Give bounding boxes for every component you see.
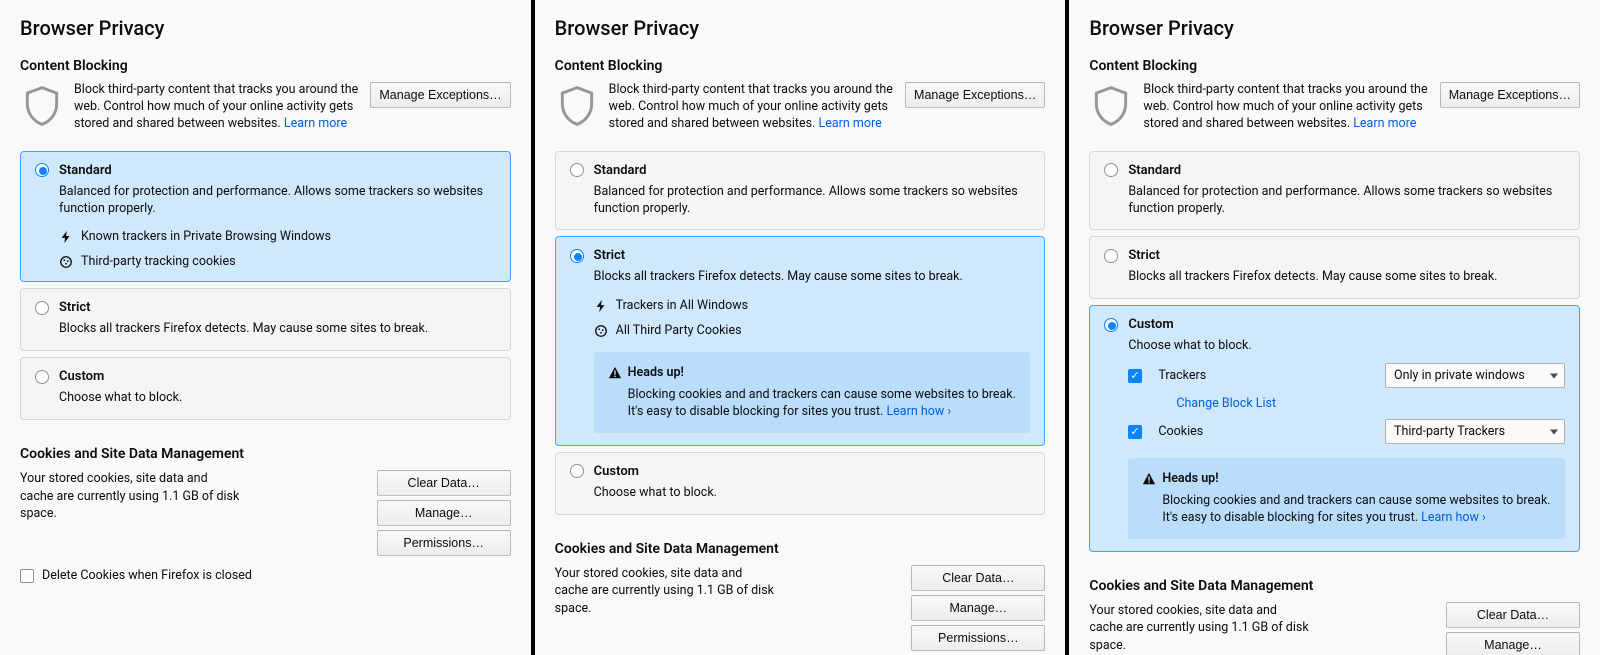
manage-button[interactable]: Manage… <box>377 500 511 526</box>
cookies-label: Cookies <box>1158 424 1203 439</box>
feature-cookies: Third-party tracking cookies <box>59 254 496 269</box>
radio-standard[interactable] <box>35 163 49 177</box>
content-blocking-intro: Block third-party content that tracks yo… <box>609 82 895 133</box>
cookies-heading: Cookies and Site Data Management <box>1089 578 1580 594</box>
permissions-button[interactable]: Permissions… <box>911 625 1045 651</box>
feature-trackers: Trackers in All Windows <box>594 298 1031 313</box>
delete-cookies-checkbox[interactable] <box>20 569 34 583</box>
cookies-body: Your stored cookies, site data and cache… <box>20 470 240 523</box>
option-custom[interactable]: Custom Choose what to block. <box>555 452 1046 515</box>
page-title: Browser Privacy <box>20 16 511 40</box>
clear-data-button[interactable]: Clear Data… <box>377 470 511 496</box>
manage-button[interactable]: Manage… <box>911 595 1045 621</box>
learn-more-link[interactable]: Learn more <box>284 116 347 131</box>
option-standard[interactable]: Standard Balanced for protection and per… <box>555 151 1046 231</box>
clear-data-button[interactable]: Clear Data… <box>1446 602 1580 628</box>
radio-standard[interactable] <box>1104 163 1118 177</box>
cookie-icon <box>59 255 73 269</box>
option-strict[interactable]: Strict Blocks all trackers Firefox detec… <box>20 288 511 351</box>
radio-strict[interactable] <box>1104 249 1118 263</box>
cookies-checkbox[interactable] <box>1128 425 1142 439</box>
shield-icon <box>1089 82 1133 126</box>
learn-how-link[interactable]: Learn how <box>1421 510 1486 525</box>
content-blocking-intro: Block third-party content that tracks yo… <box>74 82 360 133</box>
headsup-box: Heads up! Blocking cookies and and track… <box>594 352 1031 433</box>
warning-icon <box>608 366 622 380</box>
headsup-box: Heads up! Blocking cookies and and track… <box>1128 458 1565 539</box>
option-strict[interactable]: Strict Blocks all trackers Firefox detec… <box>1089 236 1580 299</box>
page-title: Browser Privacy <box>1089 16 1580 40</box>
privacy-panel-standard: Browser Privacy Content Blocking Block t… <box>0 0 531 655</box>
feature-cookies: All Third Party Cookies <box>594 323 1031 338</box>
cookies-heading: Cookies and Site Data Management <box>20 446 511 462</box>
content-blocking-heading: Content Blocking <box>20 58 511 74</box>
shield-icon <box>20 82 64 126</box>
radio-custom[interactable] <box>35 370 49 384</box>
radio-strict[interactable] <box>35 301 49 315</box>
trackers-checkbox[interactable] <box>1128 369 1142 383</box>
radio-custom[interactable] <box>570 464 584 478</box>
content-blocking-heading: Content Blocking <box>555 58 1046 74</box>
option-custom[interactable]: Custom Choose what to block. Trackers On… <box>1089 305 1580 551</box>
bolt-icon <box>594 299 608 313</box>
cookies-dropdown[interactable]: Third-party Trackers <box>1385 419 1565 444</box>
change-block-list-link[interactable]: Change Block List <box>1176 396 1565 411</box>
cookies-body: Your stored cookies, site data and cache… <box>555 565 775 618</box>
shield-icon <box>555 82 599 126</box>
content-blocking-heading: Content Blocking <box>1089 58 1580 74</box>
option-strict[interactable]: Strict Blocks all trackers Firefox detec… <box>555 236 1046 445</box>
privacy-panel-custom: Browser Privacy Content Blocking Block t… <box>1069 0 1600 655</box>
bolt-icon <box>59 230 73 244</box>
warning-icon <box>1142 472 1156 486</box>
option-custom[interactable]: Custom Choose what to block. <box>20 357 511 420</box>
trackers-label: Trackers <box>1158 368 1206 383</box>
radio-standard[interactable] <box>570 163 584 177</box>
cookie-icon <box>594 324 608 338</box>
cookies-heading: Cookies and Site Data Management <box>555 541 1046 557</box>
option-standard[interactable]: Standard Balanced for protection and per… <box>1089 151 1580 231</box>
manage-button[interactable]: Manage… <box>1446 632 1580 655</box>
learn-how-link[interactable]: Learn how <box>886 404 951 419</box>
feature-trackers: Known trackers in Private Browsing Windo… <box>59 229 496 244</box>
cookies-body: Your stored cookies, site data and cache… <box>1089 602 1309 655</box>
manage-exceptions-button[interactable]: Manage Exceptions… <box>370 82 510 108</box>
permissions-button[interactable]: Permissions… <box>377 530 511 556</box>
option-standard[interactable]: Standard Balanced for protection and per… <box>20 151 511 283</box>
content-blocking-intro: Block third-party content that tracks yo… <box>1143 82 1429 133</box>
manage-exceptions-button[interactable]: Manage Exceptions… <box>1440 82 1580 108</box>
manage-exceptions-button[interactable]: Manage Exceptions… <box>905 82 1045 108</box>
page-title: Browser Privacy <box>555 16 1046 40</box>
clear-data-button[interactable]: Clear Data… <box>911 565 1045 591</box>
radio-custom[interactable] <box>1104 318 1118 332</box>
learn-more-link[interactable]: Learn more <box>819 116 882 131</box>
privacy-panel-strict: Browser Privacy Content Blocking Block t… <box>535 0 1066 655</box>
learn-more-link[interactable]: Learn more <box>1353 116 1416 131</box>
trackers-dropdown[interactable]: Only in private windows <box>1385 363 1565 388</box>
radio-strict[interactable] <box>570 249 584 263</box>
delete-cookies-label: Delete Cookies when Firefox is closed <box>42 568 252 583</box>
